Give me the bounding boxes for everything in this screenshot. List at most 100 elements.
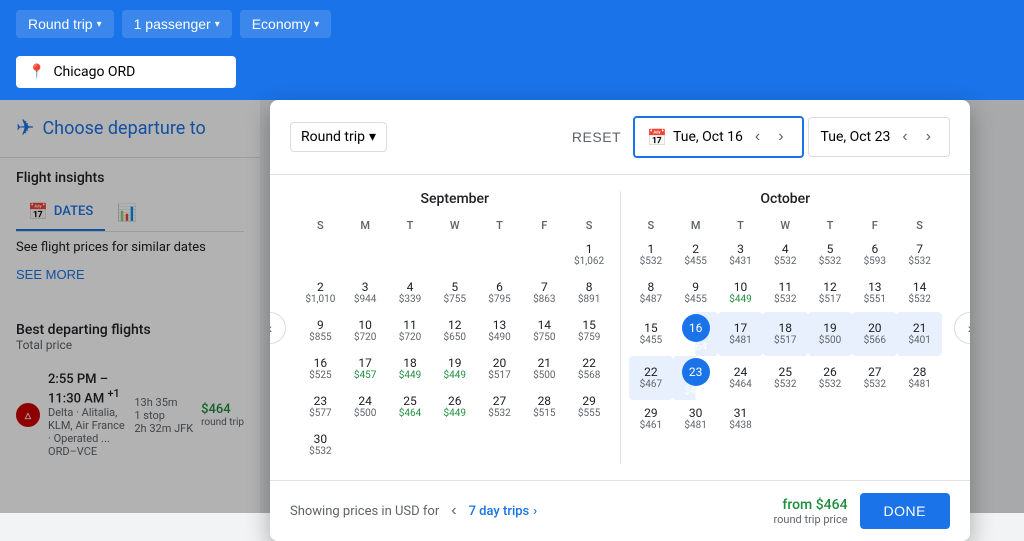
calendar-day-cell bbox=[388, 236, 433, 274]
passengers-selector[interactable]: 1 passenger ▾ bbox=[122, 10, 232, 38]
calendar-day-cell[interactable]: 6$593 bbox=[852, 236, 897, 274]
trip-type-label: Round trip bbox=[28, 16, 93, 32]
calendar-day-cell[interactable]: 11$532 bbox=[763, 274, 808, 312]
start-date-value: Tue, Oct 16 bbox=[673, 129, 743, 145]
calendar-day-cell[interactable]: 3$944 bbox=[343, 274, 388, 312]
calendar-day-cell[interactable]: 2$455 bbox=[673, 236, 718, 274]
september-grid: SMTWTFS1$1,0622$1,0103$9444$3395$7556$79… bbox=[298, 215, 612, 464]
top-bar: Round trip ▾ 1 passenger ▾ Economy ▾ bbox=[0, 0, 1024, 48]
calendar-day-cell[interactable]: 29$461 bbox=[629, 400, 674, 438]
calendar-day-cell[interactable]: 3$431 bbox=[718, 236, 763, 274]
calendar-day-cell[interactable]: 20$517 bbox=[477, 350, 522, 388]
calendar-day-cell[interactable]: 31$438 bbox=[718, 400, 763, 438]
calendar-day-cell[interactable]: 4$532 bbox=[763, 236, 808, 274]
calendar-day-cell[interactable]: 23$464 bbox=[673, 356, 718, 400]
calendar-day-cell[interactable]: 17$481 bbox=[718, 312, 763, 356]
footer-right: from $464 round trip price DONE bbox=[774, 493, 951, 529]
calendar-day-cell[interactable]: 9$455 bbox=[673, 274, 718, 312]
start-date-next[interactable]: › bbox=[772, 124, 789, 150]
calendar-day-cell[interactable]: 29$555 bbox=[567, 388, 612, 426]
calendar-day-cell[interactable]: 16$464 bbox=[673, 312, 718, 356]
trip-type-arrow: ▾ bbox=[97, 19, 102, 30]
calendar-day-cell[interactable]: 28$515 bbox=[522, 388, 567, 426]
calendar-day-cell bbox=[343, 236, 388, 274]
calendar-day-cell[interactable]: 25$532 bbox=[763, 356, 808, 400]
calendar-day-cell[interactable]: 1$1,062 bbox=[567, 236, 612, 274]
day-trips-selector[interactable]: 7 day trips › bbox=[469, 504, 538, 519]
calendar-day-cell[interactable]: 27$532 bbox=[852, 356, 897, 400]
calendar-day-cell[interactable]: 24$500 bbox=[343, 388, 388, 426]
calendar-trip-type-label: Round trip bbox=[301, 129, 365, 145]
day-trips-value: 7 day trips bbox=[469, 504, 530, 519]
day-header: S bbox=[897, 215, 942, 236]
end-date-next[interactable]: › bbox=[920, 124, 937, 150]
main-area: ✈ Choose departure to Flight insights 📅 … bbox=[0, 100, 1024, 513]
day-header: F bbox=[852, 215, 897, 236]
calendar-day-cell[interactable]: 14$750 bbox=[522, 312, 567, 350]
end-date-input[interactable]: Tue, Oct 23 ‹ › bbox=[808, 117, 950, 157]
calendar-day-cell[interactable]: 18$517 bbox=[763, 312, 808, 356]
start-date-prev[interactable]: ‹ bbox=[749, 124, 766, 150]
search-bar: 📍 Chicago ORD bbox=[0, 48, 1024, 100]
day-header: S bbox=[567, 215, 612, 236]
trips-prev-btn[interactable]: ‹ bbox=[445, 498, 462, 524]
start-date-input[interactable]: 📅 Tue, Oct 16 ‹ › bbox=[633, 116, 803, 158]
calendar-day-cell[interactable]: 30$481 bbox=[673, 400, 718, 438]
calendar-day-cell[interactable]: 2$1,010 bbox=[298, 274, 343, 312]
origin-input[interactable]: 📍 Chicago ORD bbox=[16, 56, 236, 88]
reset-button[interactable]: RESET bbox=[572, 129, 621, 145]
calendar-day-cell[interactable]: 8$487 bbox=[629, 274, 674, 312]
calendar-day-cell[interactable]: 5$755 bbox=[432, 274, 477, 312]
calendar-day-cell[interactable]: 21$500 bbox=[522, 350, 567, 388]
calendar-day-cell[interactable]: 14$532 bbox=[897, 274, 942, 312]
calendar-day-cell[interactable]: 12$650 bbox=[432, 312, 477, 350]
date-picker-group: 📅 Tue, Oct 16 ‹ › Tue, Oct 23 ‹ › bbox=[633, 116, 950, 158]
day-header: T bbox=[808, 215, 853, 236]
day-header: M bbox=[673, 215, 718, 236]
september-title: September bbox=[298, 191, 612, 207]
calendar-day-cell[interactable]: 26$532 bbox=[808, 356, 853, 400]
calendar-day-cell[interactable]: 10$449 bbox=[718, 274, 763, 312]
calendar-day-cell[interactable]: 22$568 bbox=[567, 350, 612, 388]
calendar-day-cell[interactable]: 28$481 bbox=[897, 356, 942, 400]
calendar-day-cell[interactable]: 16$525 bbox=[298, 350, 343, 388]
calendar-day-cell[interactable]: 13$551 bbox=[852, 274, 897, 312]
calendar-day-cell[interactable]: 11$720 bbox=[388, 312, 433, 350]
calendar-trip-type[interactable]: Round trip ▾ bbox=[290, 122, 387, 152]
calendar-day-cell[interactable]: 19$500 bbox=[808, 312, 853, 356]
calendar-day-cell[interactable]: 26$449 bbox=[432, 388, 477, 426]
day-header: T bbox=[388, 215, 433, 236]
calendar-day-cell[interactable]: 7$532 bbox=[897, 236, 942, 274]
calendar-day-cell[interactable]: 24$464 bbox=[718, 356, 763, 400]
calendar-footer: Showing prices in USD for ‹ 7 day trips … bbox=[270, 480, 970, 541]
calendar-day-cell[interactable]: 23$577 bbox=[298, 388, 343, 426]
cabin-label: Economy bbox=[252, 16, 310, 32]
calendar-day-cell[interactable]: 20$566 bbox=[852, 312, 897, 356]
calendar-day-cell[interactable]: 21$401 bbox=[897, 312, 942, 356]
calendar-day-cell[interactable]: 15$455 bbox=[629, 312, 674, 356]
day-header: T bbox=[718, 215, 763, 236]
calendar-day-cell[interactable]: 12$517 bbox=[808, 274, 853, 312]
calendar-day-cell[interactable]: 27$532 bbox=[477, 388, 522, 426]
calendar-day-cell[interactable]: 1$532 bbox=[629, 236, 674, 274]
calendar-day-cell[interactable]: 22$467 bbox=[629, 356, 674, 400]
calendar-day-cell[interactable]: 5$532 bbox=[808, 236, 853, 274]
cabin-selector[interactable]: Economy ▾ bbox=[240, 10, 331, 38]
end-date-prev[interactable]: ‹ bbox=[896, 124, 913, 150]
calendar-day-cell[interactable]: 17$457 bbox=[343, 350, 388, 388]
trip-type-selector[interactable]: Round trip ▾ bbox=[16, 10, 114, 38]
calendar-day-cell[interactable]: 15$759 bbox=[567, 312, 612, 350]
calendar-day-cell[interactable]: 7$863 bbox=[522, 274, 567, 312]
calendar-day-cell[interactable]: 13$490 bbox=[477, 312, 522, 350]
calendar-day-cell bbox=[522, 236, 567, 274]
calendar-day-cell[interactable]: 30$532 bbox=[298, 426, 343, 464]
calendar-day-cell[interactable]: 4$339 bbox=[388, 274, 433, 312]
calendar-day-cell[interactable]: 10$720 bbox=[343, 312, 388, 350]
calendar-day-cell[interactable]: 18$449 bbox=[388, 350, 433, 388]
calendar-day-cell[interactable]: 19$449 bbox=[432, 350, 477, 388]
done-button[interactable]: DONE bbox=[860, 493, 950, 529]
calendar-day-cell[interactable]: 6$795 bbox=[477, 274, 522, 312]
calendar-day-cell[interactable]: 25$464 bbox=[388, 388, 433, 426]
calendar-day-cell[interactable]: 9$855 bbox=[298, 312, 343, 350]
calendar-day-cell[interactable]: 8$891 bbox=[567, 274, 612, 312]
